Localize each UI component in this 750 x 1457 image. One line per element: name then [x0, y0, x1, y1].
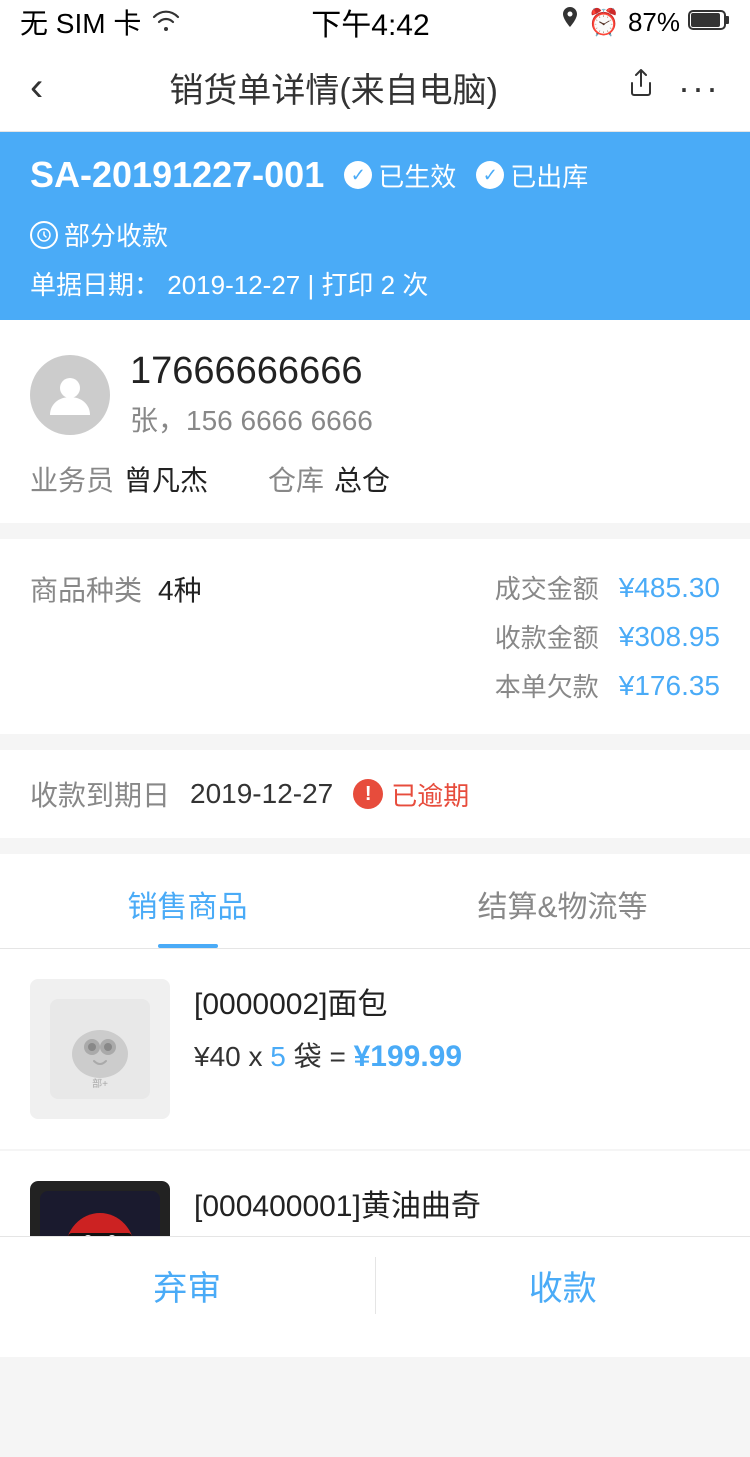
- received-label: 收款金额: [495, 618, 599, 655]
- summary-section: 商品种类 4种 成交金额 ¥485.30 收款金额 ¥308.95 本单欠款 ¥…: [0, 539, 750, 734]
- confirm-button[interactable]: 收款: [376, 1237, 750, 1334]
- overdue-badge: ! 已逾期: [353, 776, 469, 813]
- sales-info: 业务员 曾凡杰: [30, 459, 208, 499]
- status-shipped-label: 已出库: [510, 157, 588, 194]
- status-payment: 部分收款: [30, 216, 168, 253]
- tab-settlement[interactable]: 结算&物流等: [375, 854, 750, 948]
- cancel-button[interactable]: 弃审: [0, 1237, 375, 1334]
- sales-name: 曾凡杰: [124, 459, 208, 499]
- print-text: | 打印 2 次: [307, 270, 428, 300]
- categories-value: 4种: [158, 569, 202, 609]
- customer-avatar: [30, 355, 110, 435]
- sales-label: 业务员: [30, 459, 114, 499]
- overdue-text: 已逾期: [391, 776, 469, 813]
- debt-row: 本单欠款 ¥176.35: [495, 667, 720, 704]
- share-icon[interactable]: [624, 66, 658, 109]
- debt-label: 本单欠款: [495, 667, 599, 704]
- warehouse-info: 仓库 总仓: [268, 459, 390, 499]
- product-code-bread: [0000002]面包: [194, 979, 720, 1023]
- bread-multiply: x: [249, 1041, 271, 1072]
- check-shipped-icon: ✓: [476, 161, 504, 189]
- due-section: 收款到期日 2019-12-27 ! 已逾期: [0, 750, 750, 838]
- status-bar: 无 SIM 卡 下午4:42 ⏰ 87%: [0, 0, 750, 44]
- warehouse-label: 仓库: [268, 459, 324, 499]
- battery-label: 87%: [628, 7, 680, 38]
- order-date: 2019-12-27: [167, 270, 300, 300]
- order-date-row: 单据日期： 2019-12-27 | 打印 2 次: [30, 265, 720, 302]
- due-label: 收款到期日: [30, 774, 170, 814]
- warehouse-name: 总仓: [334, 459, 390, 499]
- nav-bar: ‹ 销货单详情(来自电脑) ···: [0, 44, 750, 132]
- bottom-bar: 弃审 收款: [0, 1236, 750, 1334]
- product-thumb-bread: 部+: [30, 979, 170, 1119]
- check-effective-icon: ✓: [344, 161, 372, 189]
- bread-price: ¥40: [194, 1041, 241, 1072]
- order-id: SA-20191227-001: [30, 154, 324, 196]
- received-value: ¥308.95: [619, 621, 720, 653]
- status-effective-label: 已生效: [378, 157, 456, 194]
- bread-quantity: 5: [270, 1041, 293, 1072]
- customer-name: 张，156 6666 6666: [130, 399, 373, 439]
- status-shipped: ✓ 已出库: [476, 157, 588, 194]
- carrier-label: 无 SIM 卡: [20, 2, 141, 42]
- product-item: 部+ [0000002]面包 ¥40 x 5 袋 = ¥199.99: [0, 949, 750, 1149]
- product-info-bread: [0000002]面包 ¥40 x 5 袋 = ¥199.99: [194, 979, 720, 1075]
- back-button[interactable]: ‹: [30, 65, 43, 110]
- page-title: 销货单详情(来自电脑): [169, 63, 498, 112]
- bread-unit: 袋: [294, 1041, 322, 1072]
- status-payment-label: 部分收款: [64, 216, 168, 253]
- nav-actions: ···: [624, 66, 720, 109]
- clock-icon: [30, 221, 58, 249]
- status-bar-time: 下午4:42: [311, 0, 429, 44]
- transaction-label: 成交金额: [495, 569, 599, 606]
- svg-text:部+: 部+: [92, 1077, 108, 1090]
- overdue-icon: !: [353, 779, 383, 809]
- status-bar-right: ⏰ 87%: [560, 7, 730, 38]
- tab-products[interactable]: 销售商品: [0, 854, 375, 948]
- more-icon[interactable]: ···: [678, 67, 720, 109]
- status-bar-left: 无 SIM 卡: [20, 2, 181, 42]
- status-effective: ✓ 已生效: [344, 157, 456, 194]
- bread-equals: =: [329, 1041, 353, 1072]
- bread-total: ¥199.99: [354, 1040, 462, 1073]
- customer-phone: 17666666666: [130, 350, 373, 393]
- product-code-cookie: [000400001]黄油曲奇: [194, 1181, 720, 1225]
- transaction-row: 成交金额 ¥485.30: [495, 569, 720, 606]
- alarm-icon: ⏰: [588, 7, 620, 38]
- wifi-icon: [151, 6, 181, 38]
- due-date-value: 2019-12-27: [190, 778, 333, 810]
- customer-meta: 业务员 曾凡杰 仓库 总仓: [30, 459, 720, 499]
- debt-value: ¥176.35: [619, 670, 720, 702]
- order-banner: SA-20191227-001 ✓ 已生效 ✓ 已出库 部分收款 单据日期： 2…: [0, 132, 750, 320]
- summary-left: 商品种类 4种: [30, 569, 202, 609]
- date-label: 单据日期：: [30, 270, 160, 300]
- transaction-value: ¥485.30: [619, 572, 720, 604]
- tabs-section: 销售商品 结算&物流等: [0, 854, 750, 949]
- product-price-bread: ¥40 x 5 袋 = ¥199.99: [194, 1035, 720, 1075]
- battery-icon: [688, 7, 730, 38]
- categories-label: 商品种类: [30, 569, 142, 609]
- customer-section: 17666666666 张，156 6666 6666 业务员 曾凡杰 仓库 总…: [0, 320, 750, 523]
- summary-right: 成交金额 ¥485.30 收款金额 ¥308.95 本单欠款 ¥176.35: [495, 569, 720, 704]
- received-row: 收款金额 ¥308.95: [495, 618, 720, 655]
- tabs-row: 销售商品 结算&物流等: [0, 854, 750, 948]
- location-icon: [560, 7, 580, 38]
